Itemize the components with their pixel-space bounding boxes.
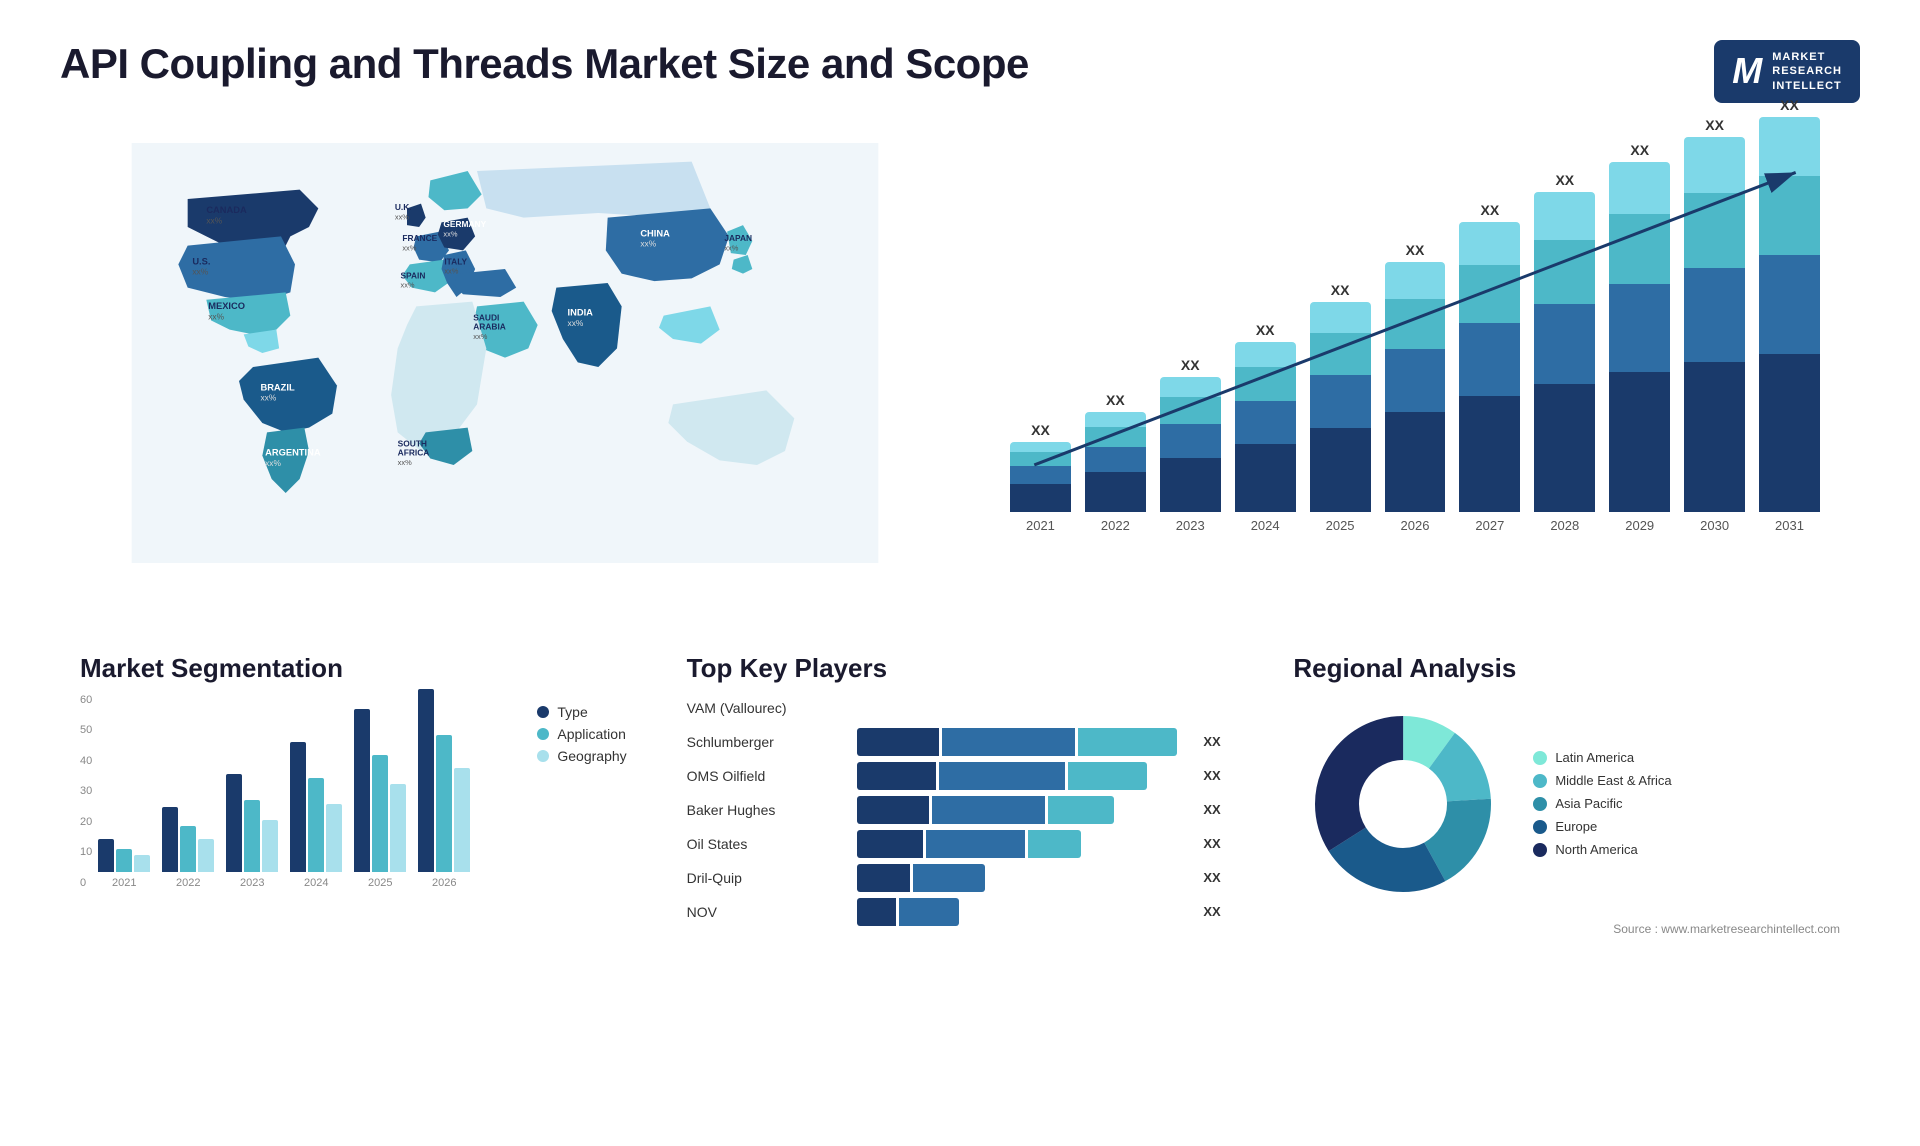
reg-legend-mea: Middle East & Africa (1533, 773, 1671, 788)
regional-section: Regional Analysis (1273, 643, 1860, 946)
segmentation-title: Market Segmentation (80, 653, 627, 684)
japan-label: JAPAN (724, 233, 752, 243)
map-section: CANADA xx% U.S. xx% MEXICO xx% BRAZIL xx… (60, 123, 950, 603)
us-label: U.S. (192, 256, 210, 266)
brazil-label: BRAZIL (260, 382, 294, 392)
regional-title: Regional Analysis (1293, 653, 1840, 684)
france-label: FRANCE (402, 233, 437, 243)
y-label-10: 10 (80, 846, 92, 858)
bar-2028: XX 2028 (1534, 172, 1595, 533)
legend-application: Application (537, 726, 626, 742)
japan-value: xx% (724, 243, 738, 252)
donut-chart-svg (1293, 694, 1513, 914)
logo-area: M MARKET RESEARCH INTELLECT (1714, 40, 1860, 103)
seg-group-2026: 2026 (418, 689, 470, 889)
southafrica-label2: AFRICA (398, 448, 430, 458)
player-schlumberger: Schlumberger XX (687, 728, 1234, 756)
turkey-shape (454, 269, 517, 297)
page-title: API Coupling and Threads Market Size and… (60, 40, 1029, 88)
bar-2021: XX 2021 (1010, 422, 1071, 533)
y-label-20: 20 (80, 816, 92, 828)
china-label: CHINA (640, 228, 670, 238)
italy-value: xx% (444, 267, 458, 276)
main-grid: CANADA xx% U.S. xx% MEXICO xx% BRAZIL xx… (60, 123, 1860, 623)
players-title: Top Key Players (687, 653, 1234, 684)
italy-label: ITALY (444, 256, 467, 266)
seg-legend: Type Application Geography (497, 704, 626, 914)
us-value: xx% (192, 266, 208, 276)
y-label-50: 50 (80, 724, 92, 736)
y-label-30: 30 (80, 785, 92, 797)
brazil-value: xx% (260, 392, 276, 402)
y-label-60: 60 (80, 694, 92, 706)
seg-group-2021: 2021 (98, 839, 150, 889)
logo-letter: M (1732, 50, 1762, 92)
seg-group-2025: 2025 (354, 709, 406, 889)
seg-group-2024: 2024 (290, 742, 342, 889)
china-value: xx% (640, 238, 656, 248)
canada-label: CANADA (206, 205, 247, 215)
source-text: Source : www.marketresearchintellect.com (1293, 922, 1840, 936)
player-drilquip: Dril-Quip XX (687, 864, 1234, 892)
donut-hole (1362, 762, 1446, 846)
reg-legend-latin: Latin America (1533, 750, 1671, 765)
bar-2030: XX 2030 (1684, 117, 1745, 533)
player-oilstates: Oil States XX (687, 830, 1234, 858)
bar-2029: XX 2029 (1609, 142, 1670, 533)
regional-legend: Latin America Middle East & Africa Asia … (1533, 750, 1671, 857)
seg-group-2023: 2023 (226, 774, 278, 889)
saudi-value: xx% (473, 332, 487, 341)
reg-legend-northamerica: North America (1533, 842, 1671, 857)
players-list: VAM (Vallourec) Schlumberger XX O (687, 694, 1234, 926)
russia-shape (477, 162, 710, 218)
bar-2023: XX 2023 (1160, 357, 1221, 533)
germany-value: xx% (443, 229, 457, 238)
spain-value: xx% (400, 281, 414, 290)
bar-2031: XX 2031 (1759, 97, 1820, 533)
player-oms: OMS Oilfield XX (687, 762, 1234, 790)
mexico-label: MEXICO (208, 301, 245, 311)
argentina-value: xx% (265, 458, 281, 468)
segmentation-section: Market Segmentation 60 50 40 30 20 10 0 (60, 643, 647, 946)
india-label: INDIA (568, 308, 594, 318)
mexico-value: xx% (208, 311, 224, 321)
reg-legend-asia: Asia Pacific (1533, 796, 1671, 811)
world-map-svg: CANADA xx% U.S. xx% MEXICO xx% BRAZIL xx… (80, 143, 930, 563)
map-container: CANADA xx% U.S. xx% MEXICO xx% BRAZIL xx… (80, 143, 930, 563)
header: API Coupling and Threads Market Size and… (60, 40, 1860, 103)
bar-2025: XX 2025 (1310, 282, 1371, 533)
players-section: Top Key Players VAM (Vallourec) Schlumbe… (667, 643, 1254, 946)
southafrica-value: xx% (398, 458, 412, 467)
player-baker: Baker Hughes XX (687, 796, 1234, 824)
uk-value: xx% (395, 212, 409, 221)
bar-2027: XX 2027 (1459, 202, 1520, 533)
india-value: xx% (568, 318, 584, 328)
uk-label: U.K. (395, 202, 412, 212)
y-label-40: 40 (80, 755, 92, 767)
spain-label: SPAIN (400, 270, 425, 280)
bar-2026: XX 2026 (1385, 242, 1446, 533)
reg-legend-europe: Europe (1533, 819, 1671, 834)
legend-geography: Geography (537, 748, 626, 764)
canada-value: xx% (206, 215, 222, 225)
bottom-grid: Market Segmentation 60 50 40 30 20 10 0 (60, 643, 1860, 946)
logo-box: M MARKET RESEARCH INTELLECT (1714, 40, 1860, 103)
page: API Coupling and Threads Market Size and… (0, 0, 1920, 1146)
seg-group-2022: 2022 (162, 807, 214, 889)
player-nov: NOV XX (687, 898, 1234, 926)
player-vam: VAM (Vallourec) (687, 694, 1234, 722)
logo-text: MARKET RESEARCH INTELLECT (1772, 50, 1842, 93)
y-label-0: 0 (80, 877, 92, 889)
bar-2022: XX 2022 (1085, 392, 1146, 533)
germany-label: GERMANY (443, 219, 486, 229)
saudi-label2: ARABIA (473, 322, 506, 332)
bar-2024: XX 2024 (1235, 322, 1296, 533)
legend-type: Type (537, 704, 626, 720)
seg-chart: 60 50 40 30 20 10 0 (80, 694, 487, 914)
bar-chart-section: XX 2021 XX (970, 123, 1860, 603)
argentina-label: ARGENTINA (265, 448, 321, 458)
donut-area: Latin America Middle East & Africa Asia … (1293, 694, 1840, 914)
france-value: xx% (402, 243, 416, 252)
